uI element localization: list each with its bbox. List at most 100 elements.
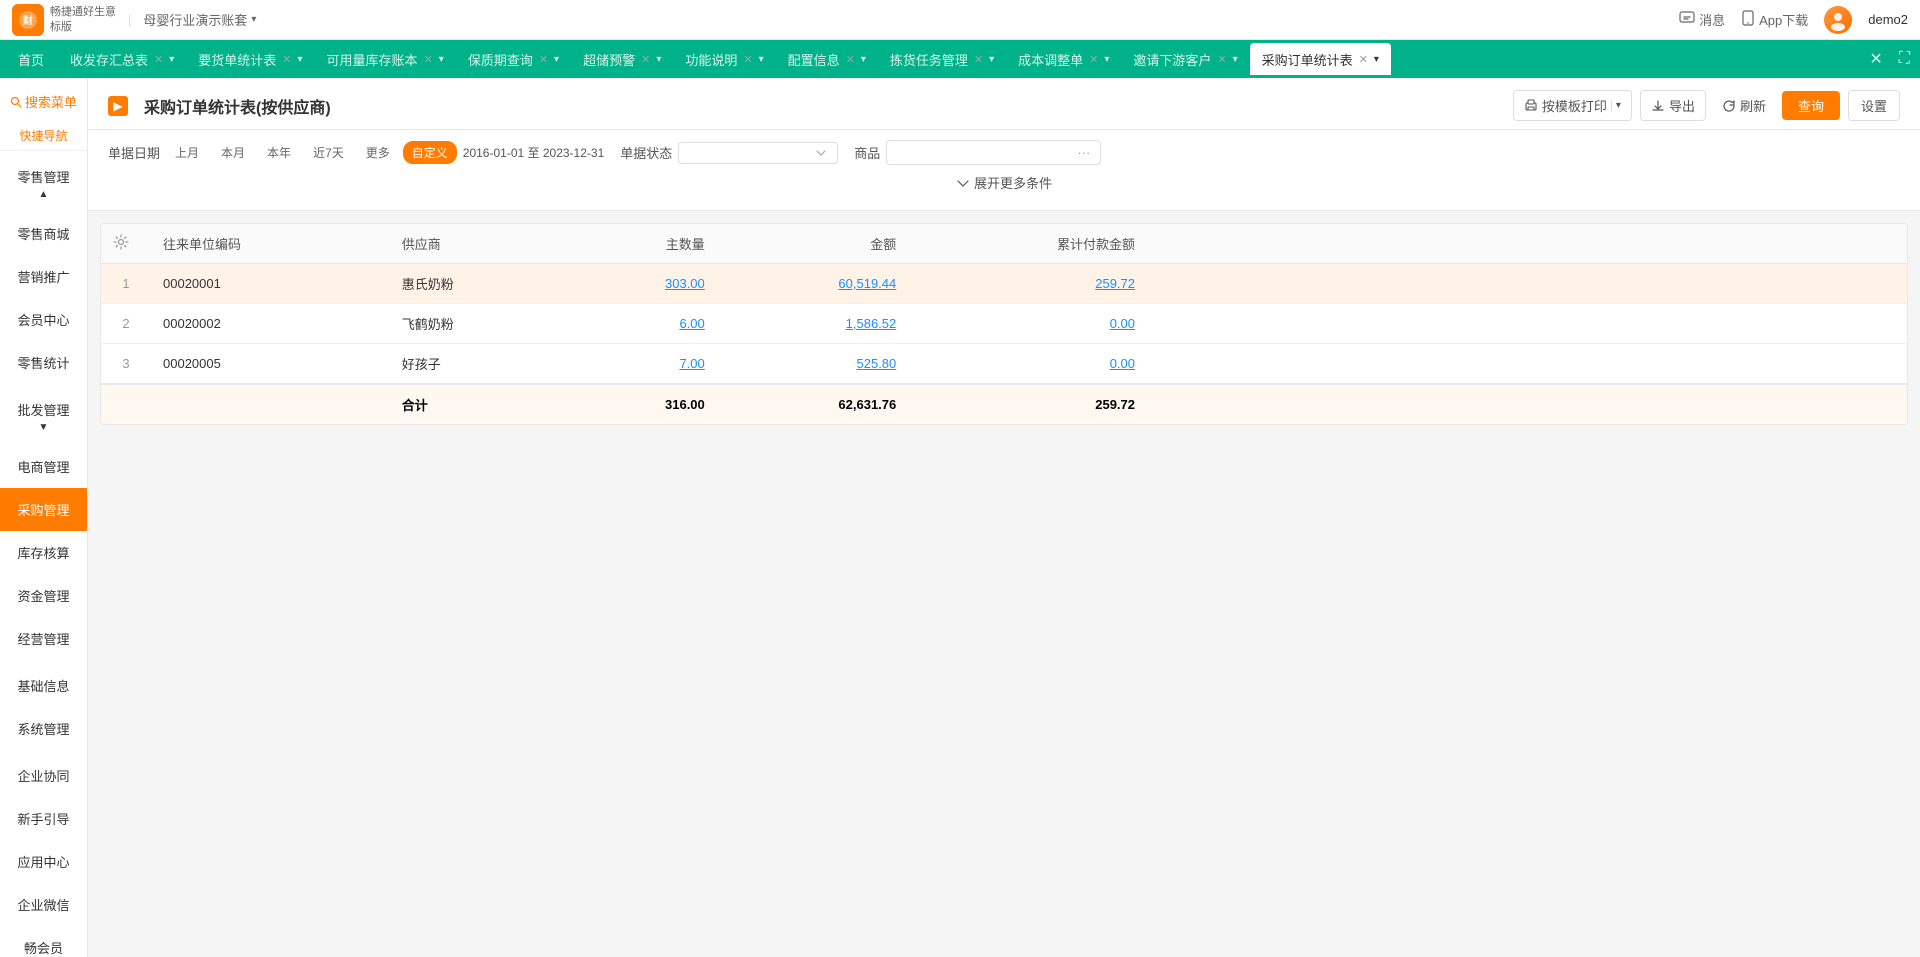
tab-7[interactable]: 配置信息 ✕ ▾: [776, 43, 878, 75]
print-button[interactable]: 按模板打印 ▾: [1513, 90, 1632, 121]
cell-amount[interactable]: 1,586.52: [717, 304, 909, 344]
sidebar-quick-nav[interactable]: 快捷导航: [0, 121, 87, 151]
logo-icon: 财: [12, 4, 44, 36]
cell-qty[interactable]: 303.00: [568, 264, 717, 304]
export-button[interactable]: 导出: [1640, 90, 1706, 121]
search-menu-button[interactable]: 搜索菜单: [8, 88, 79, 115]
table-row[interactable]: 3 00020005 好孩子 7.00 525.80 0.00: [101, 344, 1907, 385]
close-tab-2[interactable]: ✕: [282, 53, 291, 66]
user-name[interactable]: demo2: [1868, 12, 1908, 27]
tab-9[interactable]: 成本调整单 ✕ ▾: [1006, 43, 1121, 75]
query-button[interactable]: 查询: [1782, 91, 1840, 120]
tab-2[interactable]: 要货单统计表 ✕ ▾: [186, 43, 314, 75]
cell-paid[interactable]: 0.00: [908, 304, 1147, 344]
cell-qty[interactable]: 7.00: [568, 344, 717, 385]
close-tab-10[interactable]: ✕: [1217, 53, 1226, 66]
sidebar-item-wechat[interactable]: 企业微信: [0, 883, 87, 926]
close-tab-7[interactable]: ✕: [846, 53, 855, 66]
tab-home[interactable]: 首页: [4, 43, 58, 75]
cell-qty[interactable]: 6.00: [568, 304, 717, 344]
main-layout: 搜索菜单 快捷导航 零售管理 ▲ 零售商城 营销推广 会员中心 零售统计 批发管…: [0, 78, 1920, 957]
column-settings-icon[interactable]: [113, 234, 129, 250]
close-tab-6[interactable]: ✕: [743, 53, 752, 66]
sidebar-item-purchase[interactable]: 采购管理: [0, 488, 87, 531]
footer-qty: 316.00: [568, 384, 717, 424]
nav-fullscreen[interactable]: ⛶: [1893, 50, 1916, 68]
shortcut-7days[interactable]: 近7天: [304, 141, 353, 164]
sidebar-item-member2[interactable]: 畅会员: [0, 926, 87, 957]
sidebar-item-system[interactable]: 系统管理: [0, 707, 87, 750]
table-footer-row: 合计 316.00 62,631.76 259.72: [101, 384, 1907, 424]
sidebar-item-retail-shop[interactable]: 零售商城: [0, 212, 87, 255]
close-tab-9[interactable]: ✕: [1089, 53, 1098, 66]
sidebar-item-ops[interactable]: 经营管理: [0, 617, 87, 660]
close-tab-8[interactable]: ✕: [974, 53, 983, 66]
shortcut-last-month[interactable]: 上月: [166, 141, 208, 164]
tab-11-active[interactable]: 采购订单统计表 ✕ ▾: [1250, 43, 1391, 75]
goods-more-icon[interactable]: ···: [1077, 145, 1090, 160]
table-row[interactable]: 1 00020001 惠氏奶粉 303.00 60,519.44 259.72: [101, 264, 1907, 304]
sidebar-item-guide[interactable]: 新手引导: [0, 797, 87, 840]
goods-search-input[interactable]: [897, 145, 1073, 160]
tab-5[interactable]: 超储预警 ✕ ▾: [571, 43, 673, 75]
expand-more-button[interactable]: 展开更多条件: [956, 173, 1052, 192]
print-dropdown-icon[interactable]: ▾: [1611, 100, 1621, 111]
date-shortcuts: 上月 本月 本年 近7天 更多 自定义: [166, 141, 457, 164]
sidebar-item-wholesale[interactable]: 批发管理 ▼: [0, 388, 87, 445]
sidebar-item-retail-stat[interactable]: 零售统计: [0, 341, 87, 384]
close-tab-11[interactable]: ✕: [1359, 53, 1368, 66]
sidebar-search-area: 搜索菜单: [0, 78, 87, 121]
app-download-action[interactable]: App下载: [1741, 10, 1808, 29]
cell-amount[interactable]: 60,519.44: [717, 264, 909, 304]
status-select[interactable]: [678, 142, 838, 164]
close-tab-3[interactable]: ✕: [424, 53, 433, 66]
goods-input-container: ···: [886, 140, 1101, 165]
cell-paid[interactable]: 0.00: [908, 344, 1147, 385]
cell-supplier: 惠氏奶粉: [390, 264, 568, 304]
col-qty: 主数量: [568, 224, 717, 264]
sidebar-item-marketing[interactable]: 营销推广: [0, 255, 87, 298]
refresh-button[interactable]: 刷新: [1714, 91, 1774, 120]
toggle-filter-icon[interactable]: ▶: [108, 96, 128, 116]
row-index: 3: [101, 344, 151, 385]
user-avatar[interactable]: [1824, 6, 1852, 34]
tab-3[interactable]: 可用量库存账本 ✕ ▾: [315, 43, 456, 75]
close-tab-5[interactable]: ✕: [641, 53, 650, 66]
sidebar-item-retail[interactable]: 零售管理 ▲: [0, 155, 87, 212]
filter-goods-item: 商品 ···: [854, 140, 1101, 165]
col-amount: 金额: [717, 224, 909, 264]
industry-selector[interactable]: 母婴行业演示账套 ▾: [143, 10, 256, 29]
sidebar-item-appstore[interactable]: 应用中心: [0, 840, 87, 883]
message-action[interactable]: 消息: [1679, 10, 1725, 29]
filter-date-item: 单据日期 上月 本月 本年 近7天 更多 自定义 2016-01-01 至 20…: [108, 141, 604, 164]
tab-1[interactable]: 收发存汇总表 ✕ ▾: [58, 43, 186, 75]
sidebar-item-member[interactable]: 会员中心: [0, 298, 87, 341]
cell-amount[interactable]: 525.80: [717, 344, 909, 385]
nav-close-all[interactable]: ✕: [1863, 49, 1888, 69]
cell-paid[interactable]: 259.72: [908, 264, 1147, 304]
cell-unit-code: 00020005: [151, 344, 390, 385]
setting-button[interactable]: 设置: [1848, 90, 1900, 121]
tab-8[interactable]: 拣货任务管理 ✕ ▾: [878, 43, 1006, 75]
shortcut-more[interactable]: 更多: [357, 141, 399, 164]
shortcut-custom[interactable]: 自定义: [403, 141, 457, 164]
expand-more-row: 展开更多条件: [108, 165, 1900, 200]
top-bar: 财 畅捷通好生意 标版 | 母婴行业演示账套 ▾ 消息 App下载: [0, 0, 1920, 40]
close-tab-4[interactable]: ✕: [539, 53, 548, 66]
tab-10[interactable]: 邀请下游客户 ✕ ▾: [1121, 43, 1249, 75]
date-range-display[interactable]: 2016-01-01 至 2023-12-31: [463, 144, 604, 161]
shortcut-this-month[interactable]: 本月: [212, 141, 254, 164]
sidebar-item-inventory[interactable]: 库存核算: [0, 531, 87, 574]
tab-6[interactable]: 功能说明 ✕ ▾: [673, 43, 775, 75]
footer-label: 合计: [390, 384, 568, 424]
close-tab-1[interactable]: ✕: [154, 53, 163, 66]
expand-icon: [956, 176, 970, 190]
sidebar-item-basic[interactable]: 基础信息: [0, 664, 87, 707]
table-row[interactable]: 2 00020002 飞鹤奶粉 6.00 1,586.52 0.00: [101, 304, 1907, 344]
sidebar-item-finance[interactable]: 资金管理: [0, 574, 87, 617]
logo-text: 畅捷通好生意 标版: [50, 5, 116, 34]
sidebar-item-corp[interactable]: 企业协同: [0, 754, 87, 797]
shortcut-this-year[interactable]: 本年: [258, 141, 300, 164]
sidebar-item-ecom[interactable]: 电商管理: [0, 445, 87, 488]
tab-4[interactable]: 保质期查询 ✕ ▾: [456, 43, 571, 75]
